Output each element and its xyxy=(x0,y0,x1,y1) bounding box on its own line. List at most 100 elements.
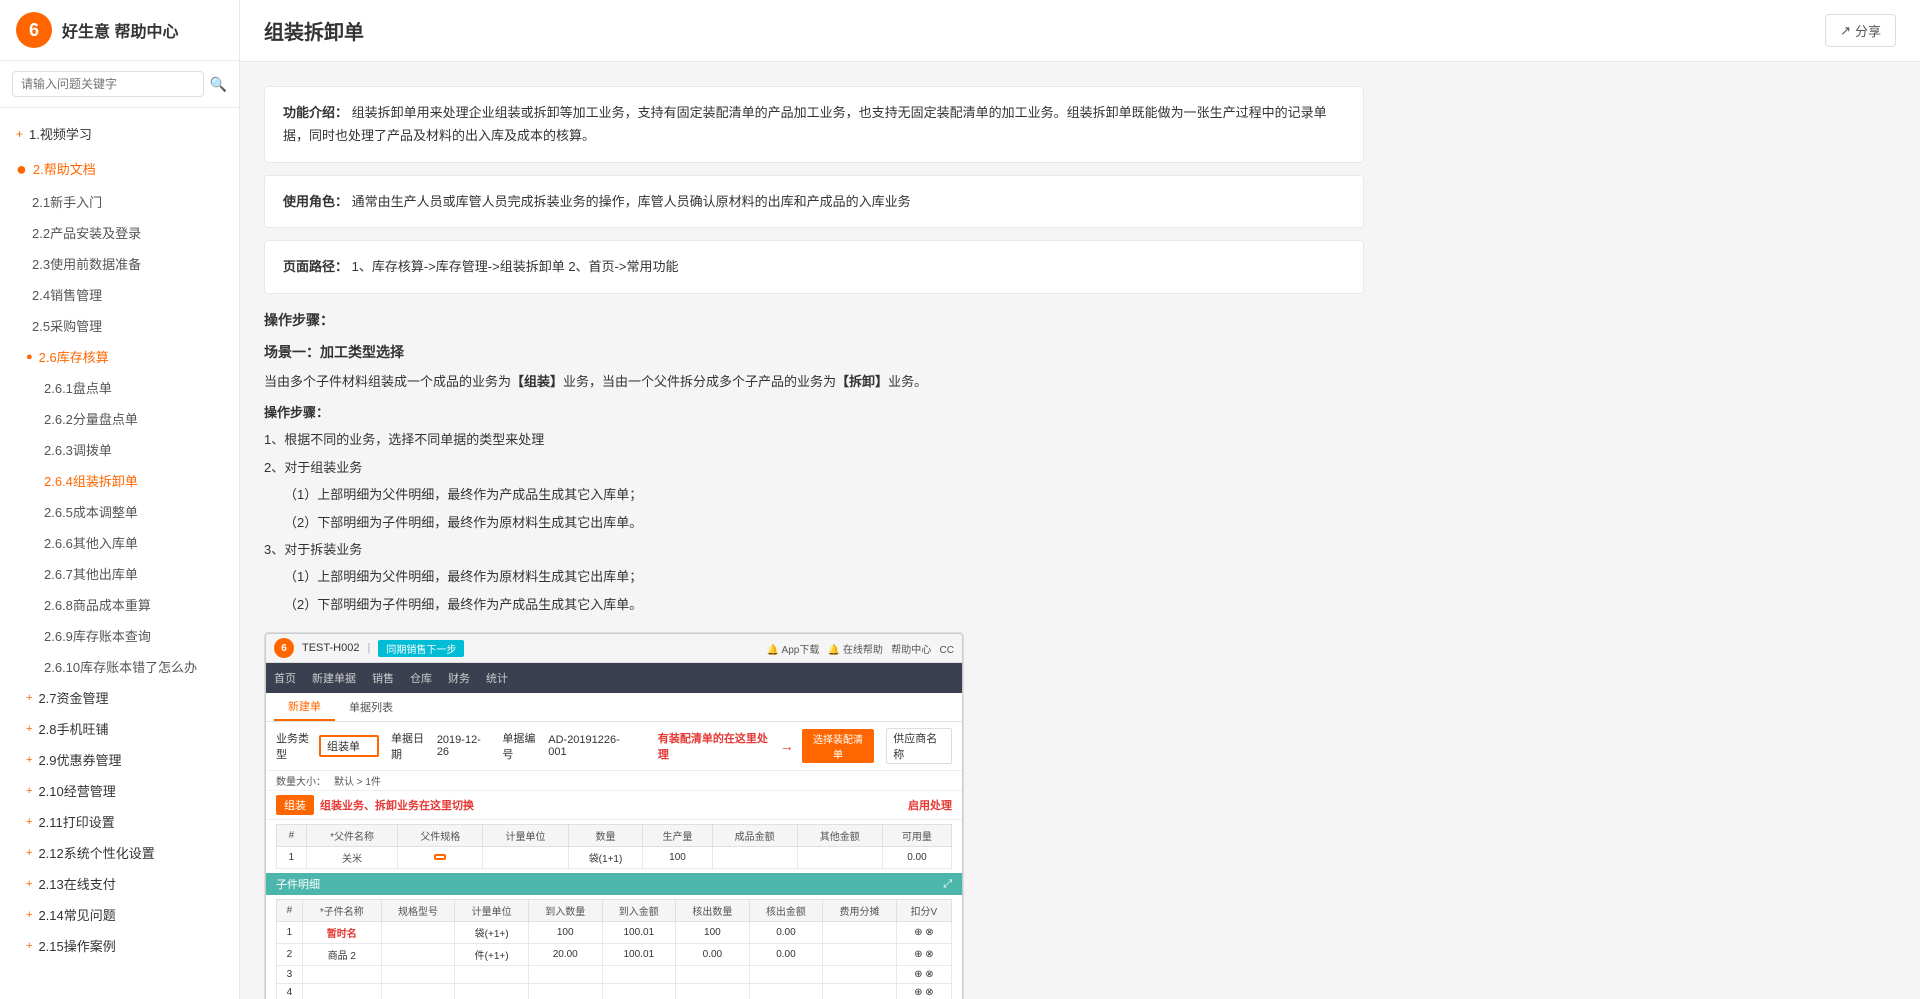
annotation1-text: 有装配清单的在这里处理 xyxy=(658,730,772,762)
upper-table-area: # *父件名称 父件规格 计量单位 数量 生产量 成品金额 其他金额 可用量 xyxy=(266,820,962,873)
lr2-outamt: 0.00 xyxy=(749,944,823,966)
field-date-label: 单据日期 xyxy=(391,730,433,762)
nav-sub-2.6.8[interactable]: 2.6.8商品成本重算 xyxy=(0,589,239,620)
nav-purchase: 仓库 xyxy=(410,670,432,686)
lr3-inqty xyxy=(528,966,602,984)
lr2-inqty: 20.00 xyxy=(528,944,602,966)
col-other-amt: 其他金额 xyxy=(797,825,882,847)
nav-sub-2.9-header[interactable]: + 2.9优惠券管理 xyxy=(0,744,239,775)
nav-sub-2.6.10[interactable]: 2.6.10库存账本错了怎么办 xyxy=(0,651,239,682)
nav-docs-header[interactable]: ● 2.帮助文档 xyxy=(0,151,239,186)
row1-spec-box[interactable] xyxy=(434,854,446,860)
step2: 2、对于组装业务 xyxy=(264,456,1364,479)
app-topbar: 6 TEST-H002 | 同期销售下一步 🔔 App下载 🔔 在线帮助 帮助中… xyxy=(266,634,962,663)
share-button[interactable]: ↗ 分享 xyxy=(1825,14,1896,47)
app-screenshot: 6 TEST-H002 | 同期销售下一步 🔔 App下载 🔔 在线帮助 帮助中… xyxy=(265,633,963,999)
plus-2.13-icon: + xyxy=(26,878,32,890)
search-input[interactable] xyxy=(12,71,204,97)
nav-item-docs: ● 2.帮助文档 2.1新手入门 2.2产品安装及登录 2.3使用前数据准备 2… xyxy=(0,151,239,961)
nav-video-label: 1.视频学习 xyxy=(29,124,92,143)
lr4-name xyxy=(302,984,381,999)
lower-table-header: # *子件名称 规格型号 计量单位 到入数量 到入金额 核出数量 核出金额 费用… xyxy=(277,900,952,922)
nav-sub-2.8-header[interactable]: + 2.8手机旺铺 xyxy=(0,713,239,744)
nav-sub-2.6.6[interactable]: 2.6.6其他入库单 xyxy=(0,527,239,558)
search-field[interactable]: 供应商名称 xyxy=(886,728,952,764)
lr2-unit: 件(+1+) xyxy=(455,944,529,966)
field-date: 单据日期 2019-12-26 xyxy=(391,730,490,762)
screenshot-container: 6 TEST-H002 | 同期销售下一步 🔔 App下载 🔔 在线帮助 帮助中… xyxy=(264,632,964,999)
upper-table-row-1: 1 关米 袋(1+1) 100 xyxy=(277,847,952,869)
nav-sub-2.6-header[interactable]: ● 2.6库存核算 xyxy=(0,341,239,372)
nav-sub-2.12-header[interactable]: + 2.12系统个性化设置 xyxy=(0,837,239,868)
nav-docs-children: 2.1新手入门 2.2产品安装及登录 2.3使用前数据准备 2.4销售管理 2.… xyxy=(0,186,239,961)
annotation1-arrow: → xyxy=(780,738,794,754)
qty-label: 数量大小： xyxy=(276,773,326,788)
nav-sub-2.1[interactable]: 2.1新手入门 xyxy=(0,186,239,217)
lcol-name: *子件名称 xyxy=(302,900,381,922)
col-parent-name: *父件名称 xyxy=(306,825,397,847)
main-header: 组装拆卸单 ↗ 分享 xyxy=(240,0,1920,62)
lcol-unit: 计量单位 xyxy=(455,900,529,922)
nav-sub-2.6.5[interactable]: 2.6.5成本调整单 xyxy=(0,496,239,527)
nav-sub-2.6.3[interactable]: 2.6.3调拨单 xyxy=(0,434,239,465)
nav-sub-2.15-header[interactable]: + 2.15操作案例 xyxy=(0,930,239,961)
section-orange-btn: 组装 xyxy=(276,795,314,815)
lr3-outqty xyxy=(676,966,750,984)
nav-sub-2.6.2[interactable]: 2.6.2分量盘点单 xyxy=(0,403,239,434)
upper-table: # *父件名称 父件规格 计量单位 数量 生产量 成品金额 其他金额 可用量 xyxy=(276,824,952,869)
nav-sub-2.4[interactable]: 2.4销售管理 xyxy=(0,279,239,310)
nav-report: 统计 xyxy=(486,670,508,686)
operation-steps-label: 操作步骤： xyxy=(264,310,1364,330)
row1-avail: 0.00 xyxy=(882,847,951,869)
qty-value: 默认 > 1件 xyxy=(334,773,381,788)
nav-sub-2.10-header[interactable]: + 2.10经营管理 xyxy=(0,775,239,806)
lr3-inamt xyxy=(602,966,676,984)
assembly-annotation: 组装业务、拆卸业务在这里切换 xyxy=(320,797,474,813)
field-type-value[interactable]: 组装单 xyxy=(319,735,379,757)
app-nav: 首页 新建单据 销售 仓库 财务 统计 xyxy=(266,663,962,693)
search-button[interactable]: 🔍 xyxy=(210,76,227,93)
col-prod-qty: 生产量 xyxy=(643,825,712,847)
lr3-name xyxy=(302,966,381,984)
nav-sub-2.6.7[interactable]: 2.6.7其他出库单 xyxy=(0,558,239,589)
lower-row-2: 2 商品 2 件(+1+) 20.00 100.01 0.00 0.00 xyxy=(277,944,952,966)
nav-sub-2.6.1[interactable]: 2.6.1盘点单 xyxy=(0,372,239,403)
nav-video-header[interactable]: + 1.视频学习 xyxy=(0,116,239,151)
plus-icon: + xyxy=(16,127,23,141)
nav-sub-2.7-label: 2.7资金管理 xyxy=(38,688,108,707)
feature-intro-text: 组装拆卸单用来处理企业组装或拆卸等加工业务，支持有固定装配清单的产品加工业务，也… xyxy=(283,105,1327,143)
plus-2.7-icon: + xyxy=(26,692,32,704)
nav-sub-2.5[interactable]: 2.5采购管理 xyxy=(0,310,239,341)
nav-sub-2.3[interactable]: 2.3使用前数据准备 xyxy=(0,248,239,279)
nav-sub-2.7-header[interactable]: + 2.7资金管理 xyxy=(0,682,239,713)
field-type-label: 业务类型 xyxy=(276,730,315,762)
nav-sub-2.6.9[interactable]: 2.6.9库存账本查询 xyxy=(0,620,239,651)
nav-sub-2.13-header[interactable]: + 2.13在线支付 xyxy=(0,868,239,899)
lower-section-header: 子件明细 ⤢ xyxy=(266,873,962,895)
content-wrapper: 功能介绍： 组装拆卸单用来处理企业组装或拆卸等加工业务，支持有固定装配清单的产品… xyxy=(264,86,1364,999)
tab-list[interactable]: 单据列表 xyxy=(335,694,407,720)
lr4-outqty xyxy=(676,984,750,999)
nav-list: + 1.视频学习 ● 2.帮助文档 2.1新手入门 2.2产品安装及登录 2.3… xyxy=(0,108,239,999)
lr2-action: ⊕ ⊗ xyxy=(896,944,951,966)
plus-2.9-icon: + xyxy=(26,754,32,766)
row1-qty: 袋(1+1) xyxy=(568,847,643,869)
nav-finance: 财务 xyxy=(448,670,470,686)
select-bom-btn[interactable]: 选择装配清单 xyxy=(802,729,874,763)
col-prod-amt: 成品金额 xyxy=(712,825,797,847)
scene1-label: 场景一：加工类型选择 xyxy=(264,342,1364,362)
nav-sub-2.6.4[interactable]: 2.6.4组装拆卸单 xyxy=(0,465,239,496)
plus-2.12-icon: + xyxy=(26,847,32,859)
share-icon: ↗ xyxy=(1840,23,1851,39)
nav-sub-2.14-header[interactable]: + 2.14常见问题 xyxy=(0,899,239,930)
lr4-num: 4 xyxy=(277,984,303,999)
nav-sub-2.11-header[interactable]: + 2.11打印设置 xyxy=(0,806,239,837)
lr2-name: 商品 2 xyxy=(302,944,381,966)
row1-prodqty: 100 xyxy=(643,847,712,869)
logo-icon: 6 xyxy=(16,12,52,48)
col-unit: 计量单位 xyxy=(483,825,568,847)
tab-new[interactable]: 新建单 xyxy=(274,693,335,721)
lr1-name: 暂时名 xyxy=(302,922,381,944)
nav-sub-2.2[interactable]: 2.2产品安装及登录 xyxy=(0,217,239,248)
lr1-inamt: 100.01 xyxy=(602,922,676,944)
